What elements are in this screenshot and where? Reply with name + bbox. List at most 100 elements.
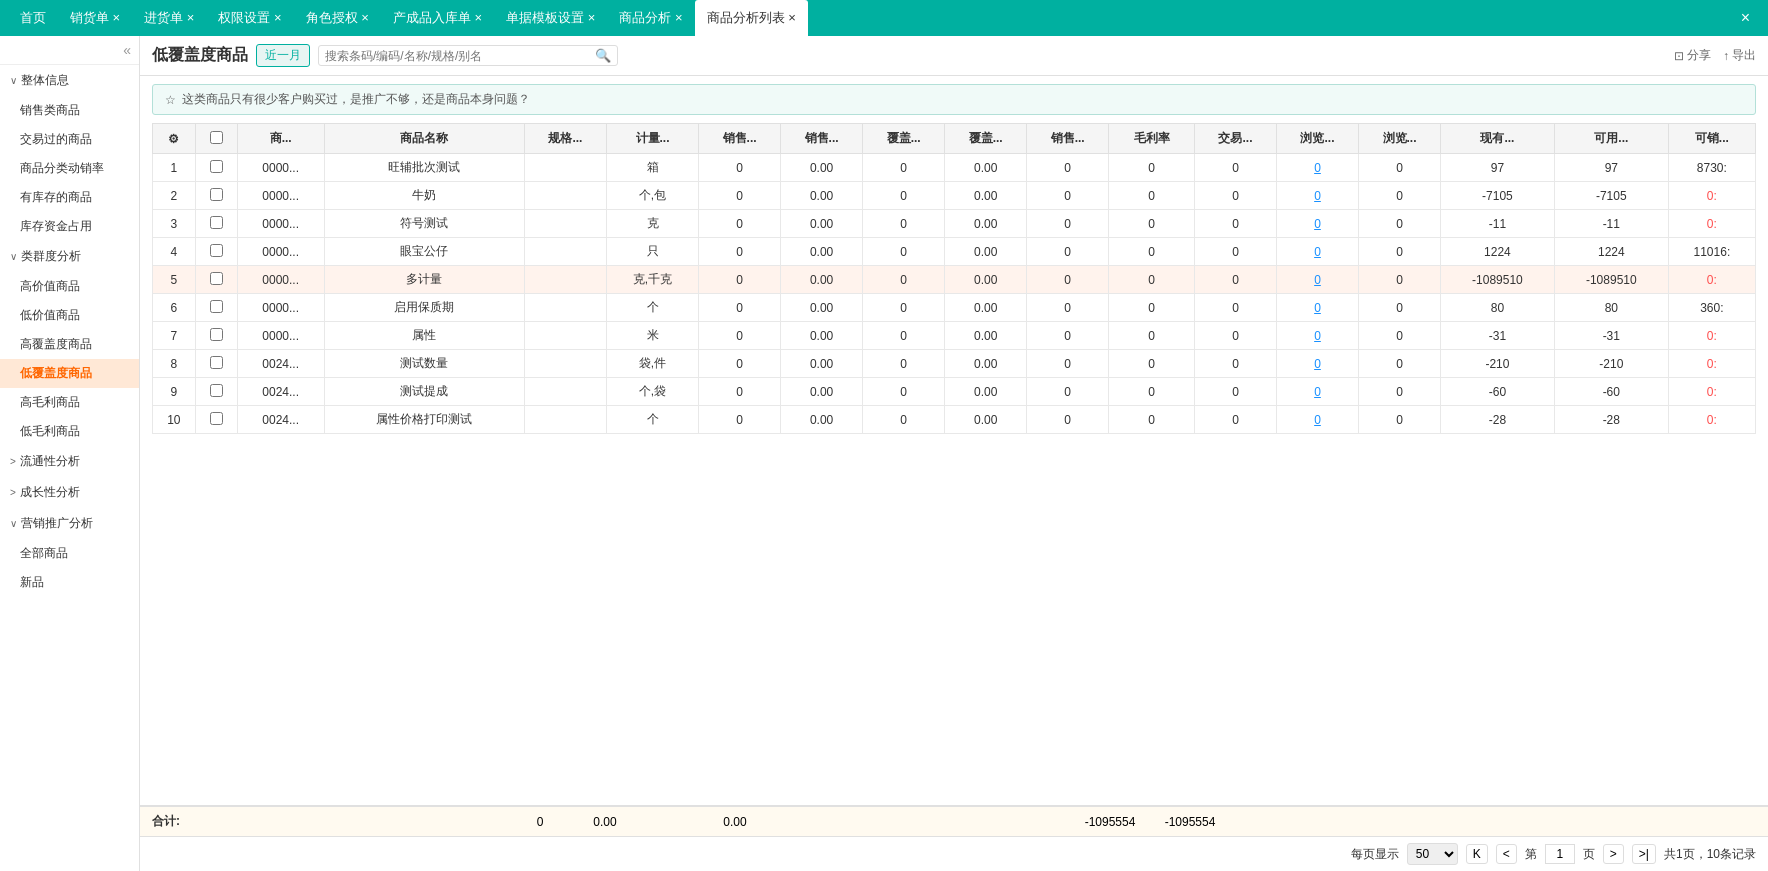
row-checkbox[interactable]: [195, 378, 237, 406]
row-spec: [524, 182, 606, 210]
row-stock: 97: [1441, 154, 1555, 182]
page-number-input[interactable]: [1545, 844, 1575, 864]
row-coverage2: 0.00: [945, 238, 1027, 266]
sidebar-item-low-value[interactable]: 低价值商品: [0, 301, 139, 330]
sidebar-item-sales-goods[interactable]: 销售类商品: [0, 96, 139, 125]
sidebar-collapse-btn[interactable]: «: [123, 42, 131, 58]
sidebar-item-high-margin[interactable]: 高毛利商品: [0, 388, 139, 417]
close-button[interactable]: ×: [1731, 9, 1760, 27]
th-settings[interactable]: ⚙: [153, 124, 196, 154]
date-filter-button[interactable]: 近一月: [256, 44, 310, 67]
nav-permission[interactable]: 权限设置 ×: [206, 0, 293, 36]
sidebar-section-overall[interactable]: ∨ 整体信息: [0, 65, 139, 96]
row-stock: -60: [1441, 378, 1555, 406]
search-input[interactable]: [325, 49, 595, 63]
row-checkbox-input[interactable]: [210, 160, 223, 173]
next-page-button[interactable]: >: [1603, 844, 1624, 864]
row-spec: [524, 266, 606, 294]
sidebar-section-growth[interactable]: > 成长性分析: [0, 477, 139, 508]
row-checkbox-input[interactable]: [210, 216, 223, 229]
row-checkbox[interactable]: [195, 294, 237, 322]
th-coverage2: 覆盖...: [945, 124, 1027, 154]
sidebar-section-flow[interactable]: > 流通性分析: [0, 446, 139, 477]
row-browse1[interactable]: 0: [1276, 238, 1358, 266]
row-stock: 80: [1441, 294, 1555, 322]
row-browse1[interactable]: 0: [1276, 182, 1358, 210]
row-gross-rate: 0: [1109, 378, 1195, 406]
sidebar-item-traded-goods[interactable]: 交易过的商品: [0, 125, 139, 154]
sidebar-item-stock-capital[interactable]: 库存资金占用: [0, 212, 139, 241]
table-row: 90024...测试提成个,袋00.0000.0000000-60-600:: [153, 378, 1756, 406]
nav-template[interactable]: 单据模板设置 ×: [494, 0, 607, 36]
page-size-select[interactable]: 50 100: [1407, 843, 1458, 865]
sidebar-item-new-goods[interactable]: 新品: [0, 568, 139, 597]
sidebar-item-low-margin[interactable]: 低毛利商品: [0, 417, 139, 446]
nav-analysis[interactable]: 商品分析 ×: [607, 0, 694, 36]
nav-production[interactable]: 产成品入库单 ×: [381, 0, 494, 36]
row-checkbox[interactable]: [195, 406, 237, 434]
row-name: 旺辅批次测试: [324, 154, 524, 182]
last-page-button[interactable]: >|: [1632, 844, 1656, 864]
row-name: 牛奶: [324, 182, 524, 210]
row-checkbox-input[interactable]: [210, 412, 223, 425]
select-all-checkbox[interactable]: [210, 131, 223, 144]
row-spec: [524, 294, 606, 322]
row-browse1[interactable]: 0: [1276, 406, 1358, 434]
row-checkbox[interactable]: [195, 210, 237, 238]
sidebar-item-category-rate[interactable]: 商品分类动销率: [0, 154, 139, 183]
nav-purchase[interactable]: 进货单 ×: [132, 0, 206, 36]
row-browse2: 0: [1359, 294, 1441, 322]
row-trade: 0: [1194, 238, 1276, 266]
th-checkbox[interactable]: [195, 124, 237, 154]
row-sales-amt: 0.00: [781, 238, 863, 266]
row-checkbox-input[interactable]: [210, 384, 223, 397]
row-checkbox[interactable]: [195, 266, 237, 294]
row-checkbox-input[interactable]: [210, 188, 223, 201]
row-name: 属性: [324, 322, 524, 350]
share-button[interactable]: ⊡ 分享: [1674, 47, 1711, 64]
row-gross-rate: 0: [1109, 406, 1195, 434]
row-checkbox-input[interactable]: [210, 328, 223, 341]
export-button[interactable]: ↑ 导出: [1723, 47, 1756, 64]
row-available: -31: [1554, 322, 1668, 350]
nav-role[interactable]: 角色授权 ×: [294, 0, 381, 36]
table-row: 80024...测试数量袋,件00.0000.0000000-210-2100:: [153, 350, 1756, 378]
sidebar-item-high-coverage[interactable]: 高覆盖度商品: [0, 330, 139, 359]
row-number: 7: [153, 322, 196, 350]
row-checkbox[interactable]: [195, 182, 237, 210]
nav-home[interactable]: 首页: [8, 0, 58, 36]
sidebar-section-cluster[interactable]: ∨ 类群度分析: [0, 241, 139, 272]
row-checkbox[interactable]: [195, 322, 237, 350]
prev-page-button[interactable]: <: [1496, 844, 1517, 864]
th-sales-qty: 销售...: [699, 124, 781, 154]
row-browse1[interactable]: 0: [1276, 210, 1358, 238]
row-browse1[interactable]: 0: [1276, 378, 1358, 406]
sidebar-section-marketing[interactable]: ∨ 营销推广分析: [0, 508, 139, 539]
first-page-button[interactable]: K: [1466, 844, 1488, 864]
row-browse1[interactable]: 0: [1276, 322, 1358, 350]
row-checkbox-input[interactable]: [210, 272, 223, 285]
nav-sales[interactable]: 销货单 ×: [58, 0, 132, 36]
row-checkbox[interactable]: [195, 238, 237, 266]
row-browse2: 0: [1359, 154, 1441, 182]
row-available: -28: [1554, 406, 1668, 434]
row-checkbox-input[interactable]: [210, 300, 223, 313]
row-checkbox[interactable]: [195, 154, 237, 182]
nav-analysis-list[interactable]: 商品分析列表 ×: [695, 0, 808, 36]
row-browse1[interactable]: 0: [1276, 266, 1358, 294]
row-browse1[interactable]: 0: [1276, 294, 1358, 322]
sidebar-item-all-goods[interactable]: 全部商品: [0, 539, 139, 568]
sidebar-item-stock-goods[interactable]: 有库存的商品: [0, 183, 139, 212]
row-checkbox-input[interactable]: [210, 244, 223, 257]
row-number: 3: [153, 210, 196, 238]
row-trade: 0: [1194, 322, 1276, 350]
row-saleable: 0:: [1668, 210, 1755, 238]
settings-icon[interactable]: ⚙: [168, 132, 179, 146]
sidebar-item-high-value[interactable]: 高价值商品: [0, 272, 139, 301]
row-checkbox[interactable]: [195, 350, 237, 378]
row-browse1[interactable]: 0: [1276, 154, 1358, 182]
sidebar-item-low-coverage[interactable]: 低覆盖度商品: [0, 359, 139, 388]
sidebar-section-growth-label: 成长性分析: [20, 484, 80, 501]
row-checkbox-input[interactable]: [210, 356, 223, 369]
row-browse1[interactable]: 0: [1276, 350, 1358, 378]
